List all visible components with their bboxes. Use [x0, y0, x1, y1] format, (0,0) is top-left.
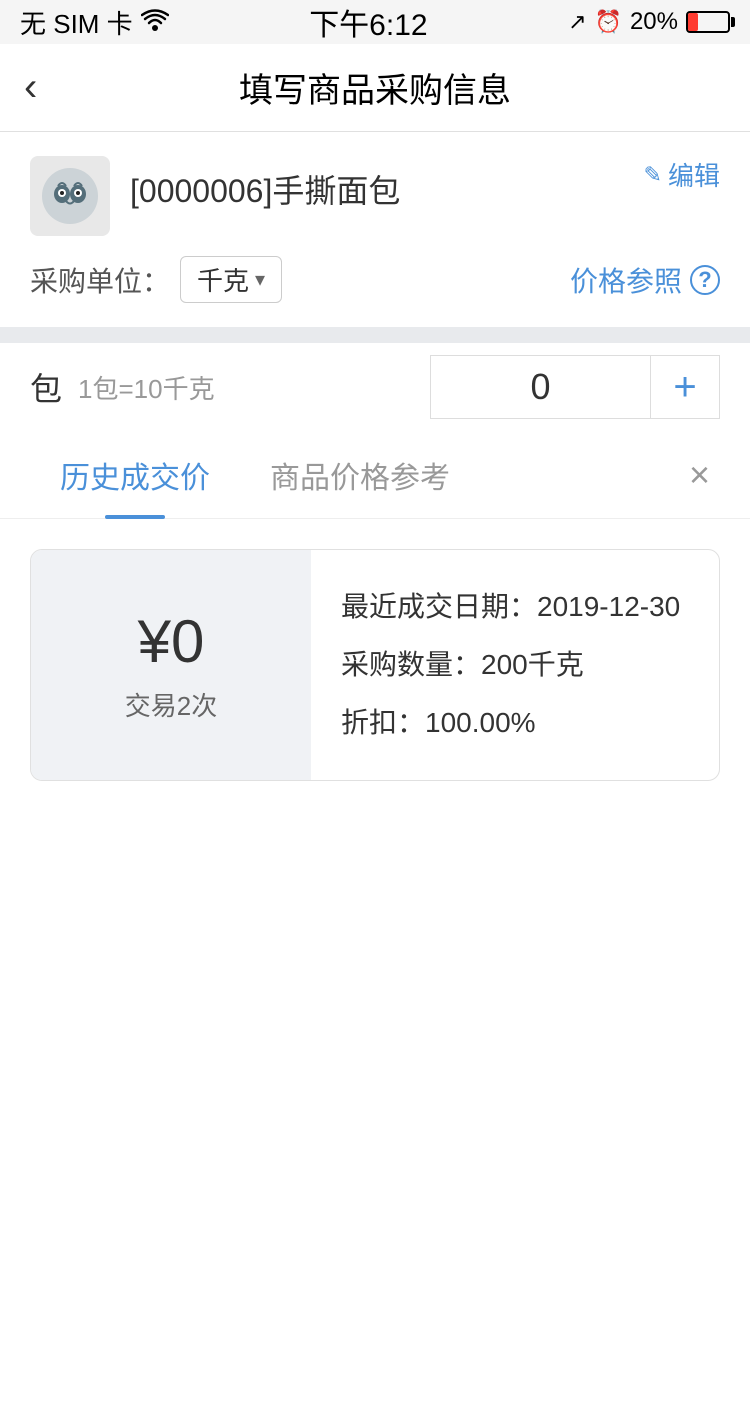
product-thumbnail: [30, 156, 110, 236]
tabs-list: 历史成交价 商品价格参考: [30, 431, 480, 519]
discount-label: 折扣：: [341, 707, 425, 738]
quantity-input[interactable]: [430, 355, 650, 419]
bottom-fill: [0, 811, 750, 1411]
edit-label: 编辑: [668, 156, 720, 193]
quantity-controls: +: [430, 355, 720, 419]
quantity-plus-button[interactable]: +: [650, 355, 720, 419]
tab-history-price[interactable]: 历史成交价: [30, 431, 240, 519]
product-header: [0000006]手撕面包 ✎ 编辑: [30, 156, 720, 236]
recent-date-row: 最近成交日期：2019-12-30: [341, 586, 689, 628]
tab-product-price[interactable]: 商品价格参考: [240, 431, 480, 519]
page-title: 填写商品采购信息: [239, 63, 511, 112]
nav-bar: ‹ 填写商品采购信息: [0, 44, 750, 132]
status-left: 无 SIM 卡: [20, 4, 169, 41]
help-text: ?: [698, 267, 711, 293]
wifi-icon: [141, 7, 169, 38]
purchase-qty-row: 采购数量：200千克: [341, 644, 689, 686]
carrier-text: 无 SIM 卡: [20, 4, 133, 41]
product-card: [0000006]手撕面包 ✎ 编辑 采购单位： 千克 ▾ 价格参照 ?: [0, 132, 750, 327]
recent-date-label: 最近成交日期：: [341, 591, 537, 622]
package-ratio: 1包=10千克: [78, 369, 215, 406]
battery-percent: 20%: [630, 8, 678, 36]
tab-product-price-label: 商品价格参考: [270, 453, 450, 497]
discount-row: 折扣：100.00%: [341, 702, 689, 744]
tab-history-price-label: 历史成交价: [60, 453, 210, 497]
tabs-panel: 历史成交价 商品价格参考 × ¥0 交易2次 最近成交日期：2019-12-30…: [0, 431, 750, 811]
dropdown-arrow-icon: ▾: [255, 267, 265, 292]
product-name: [0000006]手撕面包: [130, 166, 400, 212]
history-content: ¥0 交易2次 最近成交日期：2019-12-30 采购数量：200千克 折扣：…: [0, 519, 750, 811]
help-icon: ?: [690, 265, 720, 295]
price-summary: ¥0 交易2次: [31, 550, 311, 780]
discount-value: 100.00%: [425, 707, 536, 738]
price-card: ¥0 交易2次 最近成交日期：2019-12-30 采购数量：200千克 折扣：…: [30, 549, 720, 781]
quantity-row: 包 1包=10千克 +: [0, 343, 750, 431]
status-bar: 无 SIM 卡 下午6:12 ↗ ⏰ 20%: [0, 0, 750, 44]
edit-icon: ✎: [644, 162, 662, 188]
product-logo: [40, 166, 100, 226]
unit-value: 千克: [197, 261, 249, 298]
package-label: 包: [30, 364, 62, 410]
price-ref-button[interactable]: 价格参照 ?: [570, 260, 720, 300]
status-right: ↗ ⏰ 20%: [568, 8, 730, 36]
trade-count: 交易2次: [125, 686, 217, 723]
back-button[interactable]: ‹: [24, 65, 37, 110]
unit-select[interactable]: 千克 ▾: [180, 256, 282, 303]
unit-label-text: 采购单位：: [30, 260, 170, 300]
recent-date-value: 2019-12-30: [537, 591, 680, 622]
price-amount: ¥0: [138, 607, 205, 676]
purchase-qty-value: 200千克: [481, 649, 584, 680]
location-icon: ↗: [568, 9, 586, 35]
status-time: 下午6:12: [309, 0, 427, 44]
package-unit: 包 1包=10千克: [30, 364, 215, 410]
battery-icon: [686, 11, 730, 33]
edit-button[interactable]: ✎ 编辑: [644, 156, 720, 193]
purchase-qty-label: 采购数量：: [341, 649, 481, 680]
price-ref-label: 价格参照: [570, 260, 682, 300]
tabs-header: 历史成交价 商品价格参考 ×: [0, 431, 750, 519]
alarm-icon: ⏰: [595, 9, 622, 35]
unit-label: 采购单位： 千克 ▾: [30, 256, 282, 303]
purchase-unit-row: 采购单位： 千克 ▾ 价格参照 ?: [30, 256, 720, 303]
section-divider: [0, 327, 750, 343]
price-details: 最近成交日期：2019-12-30 采购数量：200千克 折扣：100.00%: [311, 550, 719, 780]
close-panel-button[interactable]: ×: [679, 444, 720, 506]
product-info: [0000006]手撕面包: [30, 156, 400, 236]
